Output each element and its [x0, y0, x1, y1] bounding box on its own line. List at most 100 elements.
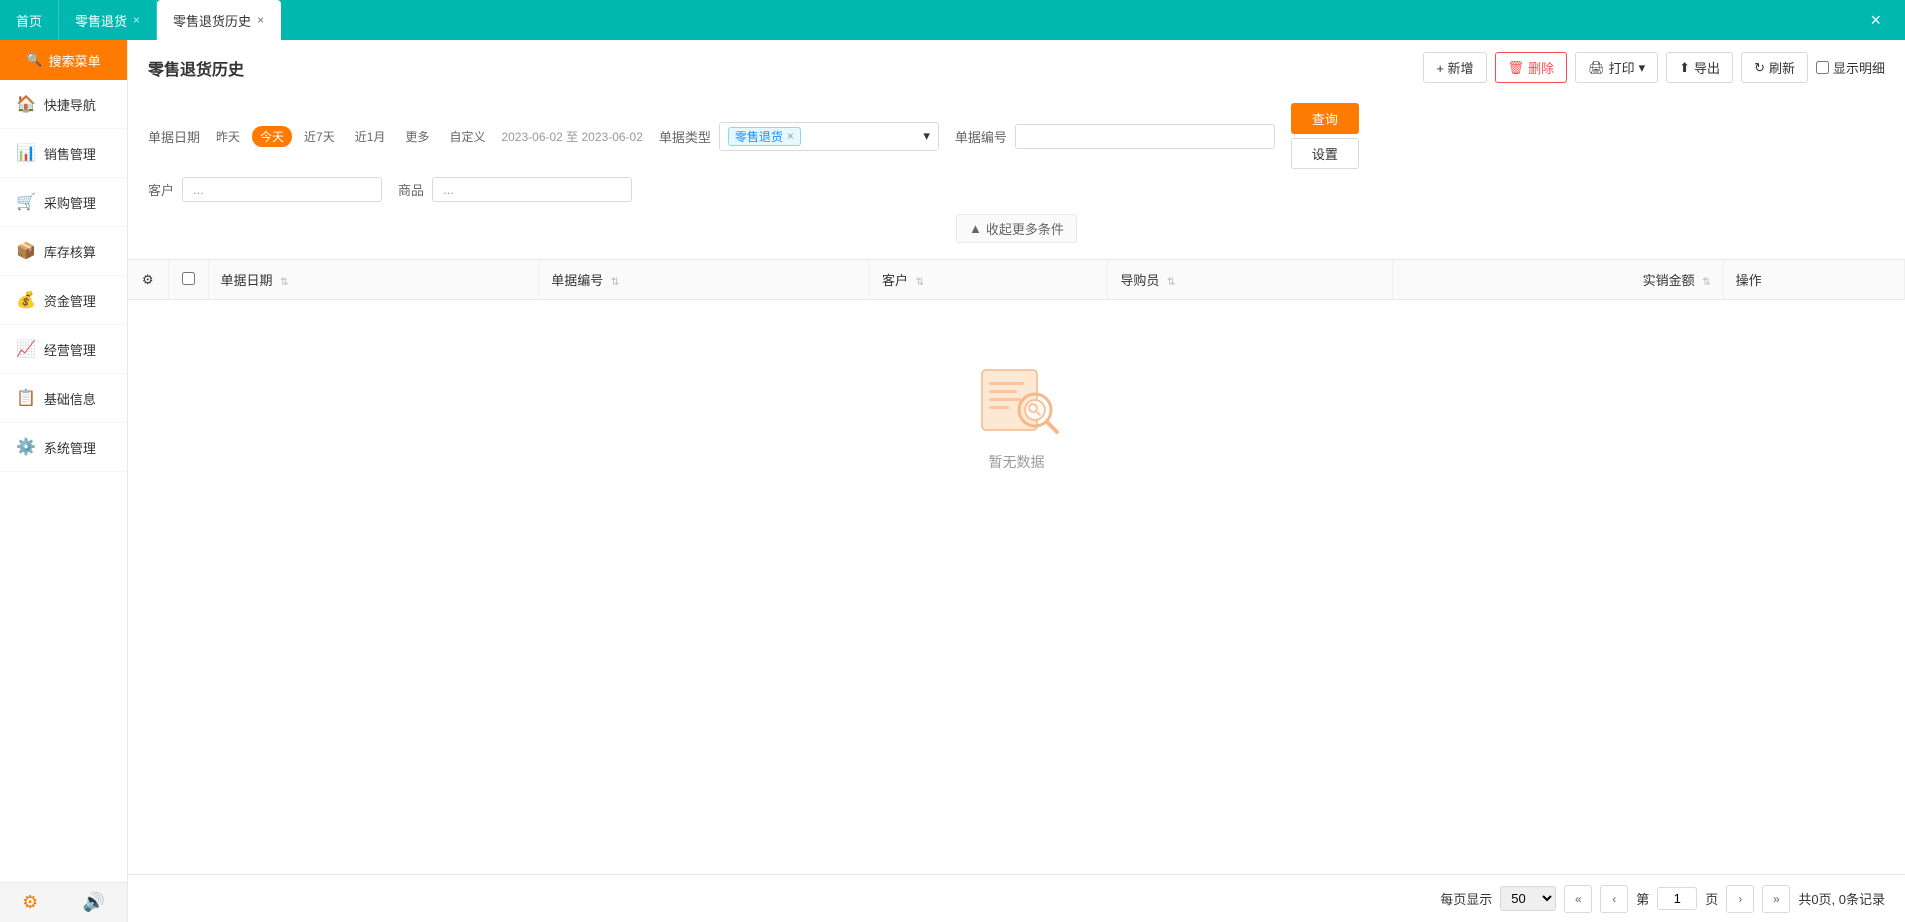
number-filter-label: 单据编号	[955, 127, 1007, 146]
first-page-button[interactable]: «	[1564, 885, 1592, 913]
sidebar-item-finance[interactable]: 💰 资金管理	[0, 276, 127, 325]
sidebar-item-sales[interactable]: 📊 销售管理	[0, 129, 127, 178]
date-filter-label: 单据日期	[148, 127, 200, 146]
basic-icon: 📋	[16, 388, 36, 408]
page-title-row: 零售退货历史 + 新增 🗑 删除 🖨 打印 ▾ ⬆ 导出	[148, 52, 1885, 83]
page-header: 零售退货历史 + 新增 🗑 删除 🖨 打印 ▾ ⬆ 导出	[128, 40, 1905, 260]
filter-row-2: 客户 ... 商品 ...	[148, 177, 1885, 202]
last-page-button[interactable]: »	[1762, 885, 1790, 913]
tab-return-close[interactable]: ×	[133, 13, 140, 27]
date-btn-today[interactable]: 今天	[252, 126, 292, 147]
toolbar: + 新增 🗑 删除 🖨 打印 ▾ ⬆ 导出 ↻	[1423, 52, 1885, 83]
customer-filter-input[interactable]: ...	[182, 177, 382, 202]
print-dropdown-icon: ▾	[1639, 60, 1646, 76]
type-filter-select[interactable]: 零售退货 × ▾	[719, 122, 939, 151]
number-filter-input[interactable]	[1015, 124, 1275, 149]
page-jump-label: 第	[1636, 889, 1649, 908]
tab-home-label: 首页	[16, 11, 42, 30]
settings-button[interactable]: 设置	[1291, 138, 1359, 169]
sidebar-search[interactable]: 🔍 搜索菜单	[0, 40, 127, 80]
tab-return-history-label: 零售退货历史	[173, 11, 251, 30]
type-tag: 零售退货 ×	[728, 127, 801, 146]
refresh-button[interactable]: ↻ 刷新	[1741, 52, 1808, 83]
date-filter-group: 单据日期 昨天 今天 近7天 近1月 更多 自定义 2023-06-02 至 2…	[148, 126, 643, 147]
customer-filter-group: 客户 ...	[148, 177, 382, 202]
query-settings-group: 查询 设置	[1291, 103, 1359, 169]
print-icon: 🖨	[1588, 60, 1605, 76]
th-number[interactable]: 单据编号 ⇅	[539, 260, 870, 300]
tab-return[interactable]: 零售退货 ×	[59, 0, 157, 40]
refresh-icon: ↻	[1754, 60, 1765, 76]
date-btn-1month[interactable]: 近1月	[347, 126, 394, 147]
export-button[interactable]: ⬆ 导出	[1666, 52, 1733, 83]
settings-gear-icon[interactable]: ⚙	[22, 892, 38, 913]
sort-amount-icon: ⇅	[1702, 277, 1710, 288]
page-title: 零售退货历史	[148, 56, 244, 80]
inventory-icon: 📦	[16, 241, 36, 261]
sidebar-item-operations[interactable]: 📈 经营管理	[0, 325, 127, 374]
th-customer[interactable]: 客户 ⇅	[870, 260, 1108, 300]
th-checkbox[interactable]	[168, 260, 208, 300]
print-button[interactable]: 🖨 打印 ▾	[1575, 52, 1658, 83]
sidebar-item-purchase[interactable]: 🛒 采购管理	[0, 178, 127, 227]
top-bar: 首页 零售退货 × 零售退货历史 × ×	[0, 0, 1905, 40]
page-label: 页	[1705, 889, 1718, 908]
sidebar-item-finance-label: 资金管理	[44, 291, 96, 310]
sidebar-bottom: ⚙ 🔊	[0, 882, 127, 922]
empty-text: 暂无数据	[989, 452, 1045, 472]
pagination: 每页显示 20 50 100 « ‹ 第 页 › » 共0页, 0条记录	[128, 874, 1905, 922]
sidebar-item-sales-label: 销售管理	[44, 144, 96, 163]
column-settings-icon[interactable]: ⚙	[142, 272, 154, 287]
th-guide[interactable]: 导购员 ⇅	[1108, 260, 1393, 300]
sidebar: 🔍 搜索菜单 🏠 快捷导航 📊 销售管理 🛒 采购管理 📦 库存核算 💰	[0, 40, 128, 922]
next-page-button[interactable]: ›	[1726, 885, 1754, 913]
tab-return-history-close[interactable]: ×	[257, 13, 264, 27]
type-tag-remove[interactable]: ×	[787, 129, 794, 143]
total-label: 共0页, 0条记录	[1798, 889, 1885, 908]
goods-filter-group: 商品 ...	[398, 177, 632, 202]
th-settings[interactable]: ⚙	[128, 260, 168, 300]
top-bar-right: ×	[1862, 10, 1905, 31]
prev-page-button[interactable]: ‹	[1600, 885, 1628, 913]
new-button[interactable]: + 新增	[1423, 52, 1486, 83]
date-btn-custom[interactable]: 自定义	[441, 126, 493, 147]
date-btn-7days[interactable]: 近7天	[296, 126, 343, 147]
sidebar-item-inventory[interactable]: 📦 库存核算	[0, 227, 127, 276]
page-size-label: 每页显示	[1440, 889, 1492, 908]
chevron-up-icon: ▲	[969, 221, 982, 236]
show-detail-toggle[interactable]: 显示明细	[1816, 58, 1885, 77]
page-size-select[interactable]: 20 50 100	[1500, 886, 1556, 911]
search-icon: 🔍	[26, 52, 42, 68]
th-date[interactable]: 单据日期 ⇅	[208, 260, 539, 300]
operations-icon: 📈	[16, 339, 36, 359]
sort-guide-icon: ⇅	[1167, 277, 1175, 288]
sidebar-item-system-label: 系统管理	[44, 438, 96, 457]
date-buttons: 昨天 今天 近7天 近1月 更多 自定义	[208, 126, 493, 147]
tab-return-label: 零售退货	[75, 11, 127, 30]
purchase-icon: 🛒	[16, 192, 36, 212]
th-amount[interactable]: 实销金额 ⇅	[1392, 260, 1723, 300]
page-input[interactable]	[1657, 887, 1697, 910]
window-close-button[interactable]: ×	[1862, 10, 1889, 31]
sidebar-item-quick-nav[interactable]: 🏠 快捷导航	[0, 80, 127, 129]
sort-customer-icon: ⇅	[916, 277, 924, 288]
sidebar-item-purchase-label: 采购管理	[44, 193, 96, 212]
show-detail-checkbox[interactable]	[1816, 61, 1829, 74]
sidebar-item-system[interactable]: ⚙️ 系统管理	[0, 423, 127, 472]
volume-icon[interactable]: 🔊	[82, 892, 104, 913]
tab-home[interactable]: 首页	[0, 0, 59, 40]
select-all-checkbox[interactable]	[182, 272, 195, 285]
customer-filter-label: 客户	[148, 180, 174, 199]
delete-button[interactable]: 🗑 删除	[1495, 52, 1568, 83]
sidebar-item-basic[interactable]: 📋 基础信息	[0, 374, 127, 423]
goods-filter-input[interactable]: ...	[432, 177, 632, 202]
collapse-button[interactable]: ▲ 收起更多条件	[956, 214, 1077, 243]
content-area: 零售退货历史 + 新增 🗑 删除 🖨 打印 ▾ ⬆ 导出	[128, 40, 1905, 922]
date-btn-more[interactable]: 更多	[397, 126, 437, 147]
tab-return-history[interactable]: 零售退货历史 ×	[157, 0, 281, 40]
data-table: ⚙ 单据日期 ⇅ 单据编号 ⇅	[128, 260, 1905, 300]
date-btn-yesterday[interactable]: 昨天	[208, 126, 248, 147]
date-range-display: 2023-06-02 至 2023-06-02	[501, 128, 642, 145]
type-filter-group: 单据类型 零售退货 × ▾	[659, 122, 939, 151]
query-button[interactable]: 查询	[1291, 103, 1359, 134]
